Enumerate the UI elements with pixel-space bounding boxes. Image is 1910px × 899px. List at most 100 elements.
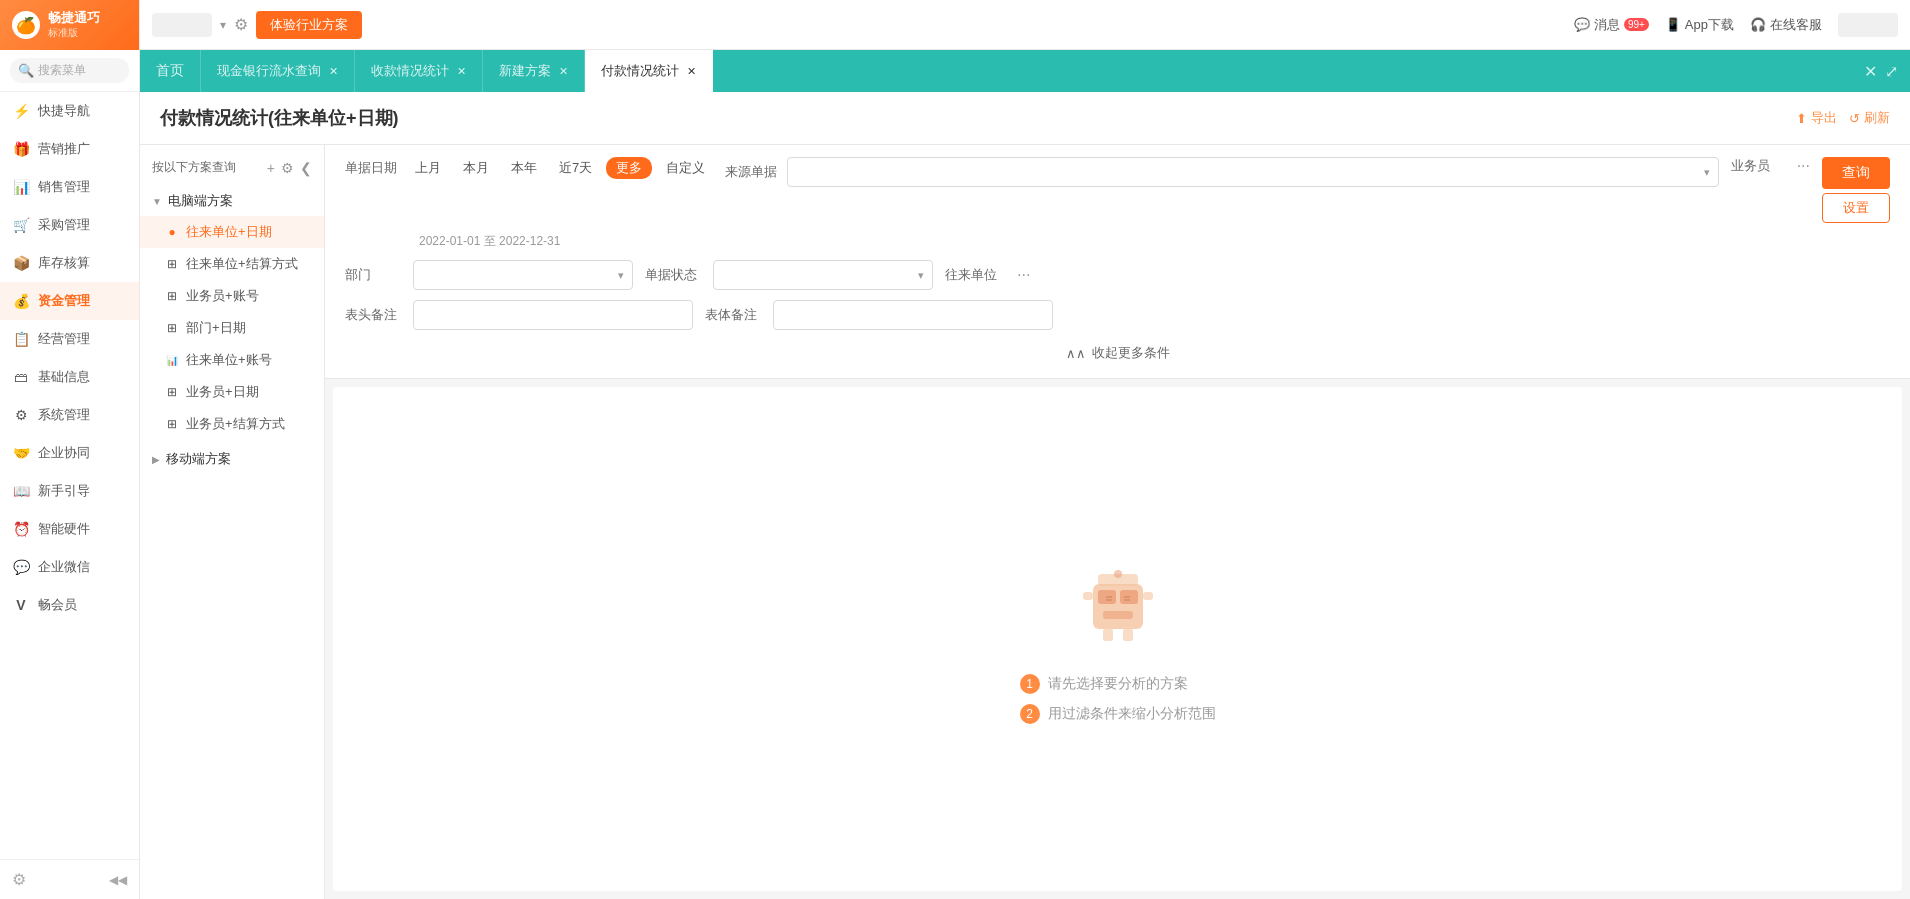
date-more[interactable]: 更多 [606, 157, 652, 179]
tab-expand-icon[interactable]: ⤢ [1885, 62, 1898, 81]
sidebar-item-inventory[interactable]: 📦 库存核算 [0, 244, 139, 282]
data-area: 1 请先选择要分析的方案 2 用过滤条件来缩小分析范围 [333, 387, 1902, 891]
dept-select[interactable]: ▾ [413, 260, 633, 290]
query-btn[interactable]: 查询 [1822, 157, 1890, 189]
doc-status-select[interactable]: ▾ [713, 260, 933, 290]
sidebar-item-cooperation[interactable]: 🤝 企业协同 [0, 434, 139, 472]
tab-bank-flow[interactable]: 现金银行流水查询 ✕ [201, 50, 355, 92]
sidebar-item-member[interactable]: V 畅会员 [0, 586, 139, 624]
tabbar: 首页 现金银行流水查询 ✕ 收款情况统计 ✕ 新建方案 ✕ 付款情况统计 ✕ ✕… [140, 50, 1910, 92]
sidebar-item-system[interactable]: ⚙ 系统管理 [0, 396, 139, 434]
footer-settings-icon[interactable]: ⚙ [12, 870, 26, 889]
scheme-settings-btn[interactable]: ⚙ [281, 160, 294, 176]
tab-receivable-stat[interactable]: 收款情况统计 ✕ [355, 50, 483, 92]
sidebar-item-marketing[interactable]: 🎁 营销推广 [0, 130, 139, 168]
scheme-item-label: 往来单位+结算方式 [186, 255, 298, 273]
party-label: 往来单位 [945, 266, 1001, 284]
filter-settings-btn[interactable]: 设置 [1822, 193, 1890, 223]
topbar-settings-icon[interactable]: ⚙ [234, 15, 248, 34]
scheme-collapse-btn[interactable]: ❮ [300, 160, 312, 176]
sidebar-item-operations[interactable]: 📋 经营管理 [0, 320, 139, 358]
desktop-group-arrow: ▼ [152, 196, 162, 207]
date-this-month[interactable]: 本月 [455, 157, 497, 179]
page-header: 付款情况统计(往来单位+日期) ⬆ 导出 ↺ 刷新 [140, 92, 1910, 145]
scheme-item-label: 业务员+结算方式 [186, 415, 285, 433]
user-avatar[interactable] [1838, 13, 1898, 37]
scheme-item-party-date[interactable]: ● 往来单位+日期 [140, 216, 324, 248]
message-btn[interactable]: 💬 消息 99+ [1574, 16, 1649, 34]
tab-payment-stat[interactable]: 付款情况统计 ✕ [585, 50, 713, 92]
party-date-icon: ● [164, 224, 180, 240]
scheme-item-party-settle[interactable]: ⊞ 往来单位+结算方式 [140, 248, 324, 280]
source-doc-select[interactable]: ▾ [787, 157, 1718, 187]
scheme-item-staff-date[interactable]: ⊞ 业务员+日期 [140, 376, 324, 408]
marketing-icon: 🎁 [12, 140, 30, 158]
footer-collapse-icon[interactable]: ◀◀ [109, 873, 127, 887]
sidebar-item-hardware[interactable]: ⏰ 智能硬件 [0, 510, 139, 548]
scheme-item-staff-account[interactable]: ⊞ 业务员+账号 [140, 280, 324, 312]
search-input-trigger[interactable]: 🔍 搜索菜单 [10, 58, 129, 83]
collapse-more-btn[interactable]: ∧∧ 收起更多条件 [345, 336, 1890, 366]
tab-new-scheme-close[interactable]: ✕ [559, 65, 568, 78]
date-custom[interactable]: 自定义 [658, 157, 713, 179]
date-this-year[interactable]: 本年 [503, 157, 545, 179]
party-dots[interactable]: ··· [1017, 266, 1030, 284]
scheme-panel-label: 按以下方案查询 [152, 159, 236, 176]
sidebar-search-area[interactable]: 🔍 搜索菜单 [0, 50, 139, 92]
scheme-add-btn[interactable]: + [267, 160, 275, 176]
tab-payment-stat-close[interactable]: ✕ [687, 65, 696, 78]
refresh-btn[interactable]: ↺ 刷新 [1849, 109, 1890, 127]
trial-btn[interactable]: 体验行业方案 [256, 11, 362, 39]
collapse-label: 收起更多条件 [1092, 344, 1170, 362]
sidebar-item-label: 企业微信 [38, 558, 90, 576]
table-header-note-label: 表头备注 [345, 306, 401, 324]
sidebar-item-basic-info[interactable]: 🗃 基础信息 [0, 358, 139, 396]
operations-icon: 📋 [12, 330, 30, 348]
guide-icon: 📖 [12, 482, 30, 500]
quick-nav-icon: ⚡ [12, 102, 30, 120]
scheme-item-dept-date[interactable]: ⊞ 部门+日期 [140, 312, 324, 344]
sidebar-item-capital[interactable]: 💰 资金管理 [0, 282, 139, 320]
company-dropdown-icon[interactable]: ▾ [220, 18, 226, 32]
scheme-item-label: 往来单位+日期 [186, 223, 272, 241]
table-body-note-input[interactable] [773, 300, 1053, 330]
date-last-7[interactable]: 近7天 [551, 157, 600, 179]
scheme-panel: 按以下方案查询 + ⚙ ❮ ▼ 电脑端方案 ● [140, 145, 325, 899]
sidebar-item-sales[interactable]: 📊 销售管理 [0, 168, 139, 206]
date-last-month[interactable]: 上月 [407, 157, 449, 179]
scheme-item-label: 业务员+日期 [186, 383, 259, 401]
export-btn[interactable]: ⬆ 导出 [1796, 109, 1837, 127]
scheme-item-staff-settle[interactable]: ⊞ 业务员+结算方式 [140, 408, 324, 440]
scheme-panel-header: 按以下方案查询 + ⚙ ❮ [140, 153, 324, 182]
dept-date-icon: ⊞ [164, 320, 180, 336]
online-service-label: 在线客服 [1770, 16, 1822, 34]
tab-home[interactable]: 首页 [140, 50, 201, 92]
empty-illustration [1068, 554, 1168, 654]
sidebar-item-guide[interactable]: 📖 新手引导 [0, 472, 139, 510]
sidebar-footer: ⚙ ◀◀ [0, 859, 139, 899]
sales-icon: 📊 [12, 178, 30, 196]
right-content: 单据日期 上月 本月 本年 近7天 更多 自定义 [325, 145, 1910, 899]
scheme-item-party-account[interactable]: 📊 往来单位+账号 [140, 344, 324, 376]
sidebar-item-label: 营销推广 [38, 140, 90, 158]
tab-payment-stat-label: 付款情况统计 [601, 62, 679, 80]
doc-status-label: 单据状态 [645, 266, 701, 284]
tab-close-all-icon[interactable]: ✕ [1864, 62, 1877, 81]
scheme-group-mobile-title[interactable]: ▶ 移动端方案 [140, 444, 324, 474]
tab-bank-flow-close[interactable]: ✕ [329, 65, 338, 78]
app-download-btn[interactable]: 📱 App下载 [1665, 16, 1734, 34]
sidebar-item-purchase[interactable]: 🛒 采购管理 [0, 206, 139, 244]
tab-bank-flow-label: 现金银行流水查询 [217, 62, 321, 80]
sidebar-item-quick-nav[interactable]: ⚡ 快捷导航 [0, 92, 139, 130]
table-header-note-input[interactable] [413, 300, 693, 330]
svg-rect-3 [1103, 611, 1133, 619]
sidebar-item-weixin[interactable]: 💬 企业微信 [0, 548, 139, 586]
salesman-dots[interactable]: ··· [1797, 157, 1810, 175]
online-service-btn[interactable]: 🎧 在线客服 [1750, 16, 1822, 34]
scheme-group-desktop-title[interactable]: ▼ 电脑端方案 [140, 186, 324, 216]
tab-new-scheme[interactable]: 新建方案 ✕ [483, 50, 585, 92]
tab-receivable-close[interactable]: ✕ [457, 65, 466, 78]
tab-new-scheme-label: 新建方案 [499, 62, 551, 80]
scheme-group-desktop: ▼ 电脑端方案 ● 往来单位+日期 ⊞ 往来单位+结算方式 ⊞ 业务员+账号 [140, 186, 324, 440]
date-filter-label: 单据日期 [345, 159, 401, 177]
